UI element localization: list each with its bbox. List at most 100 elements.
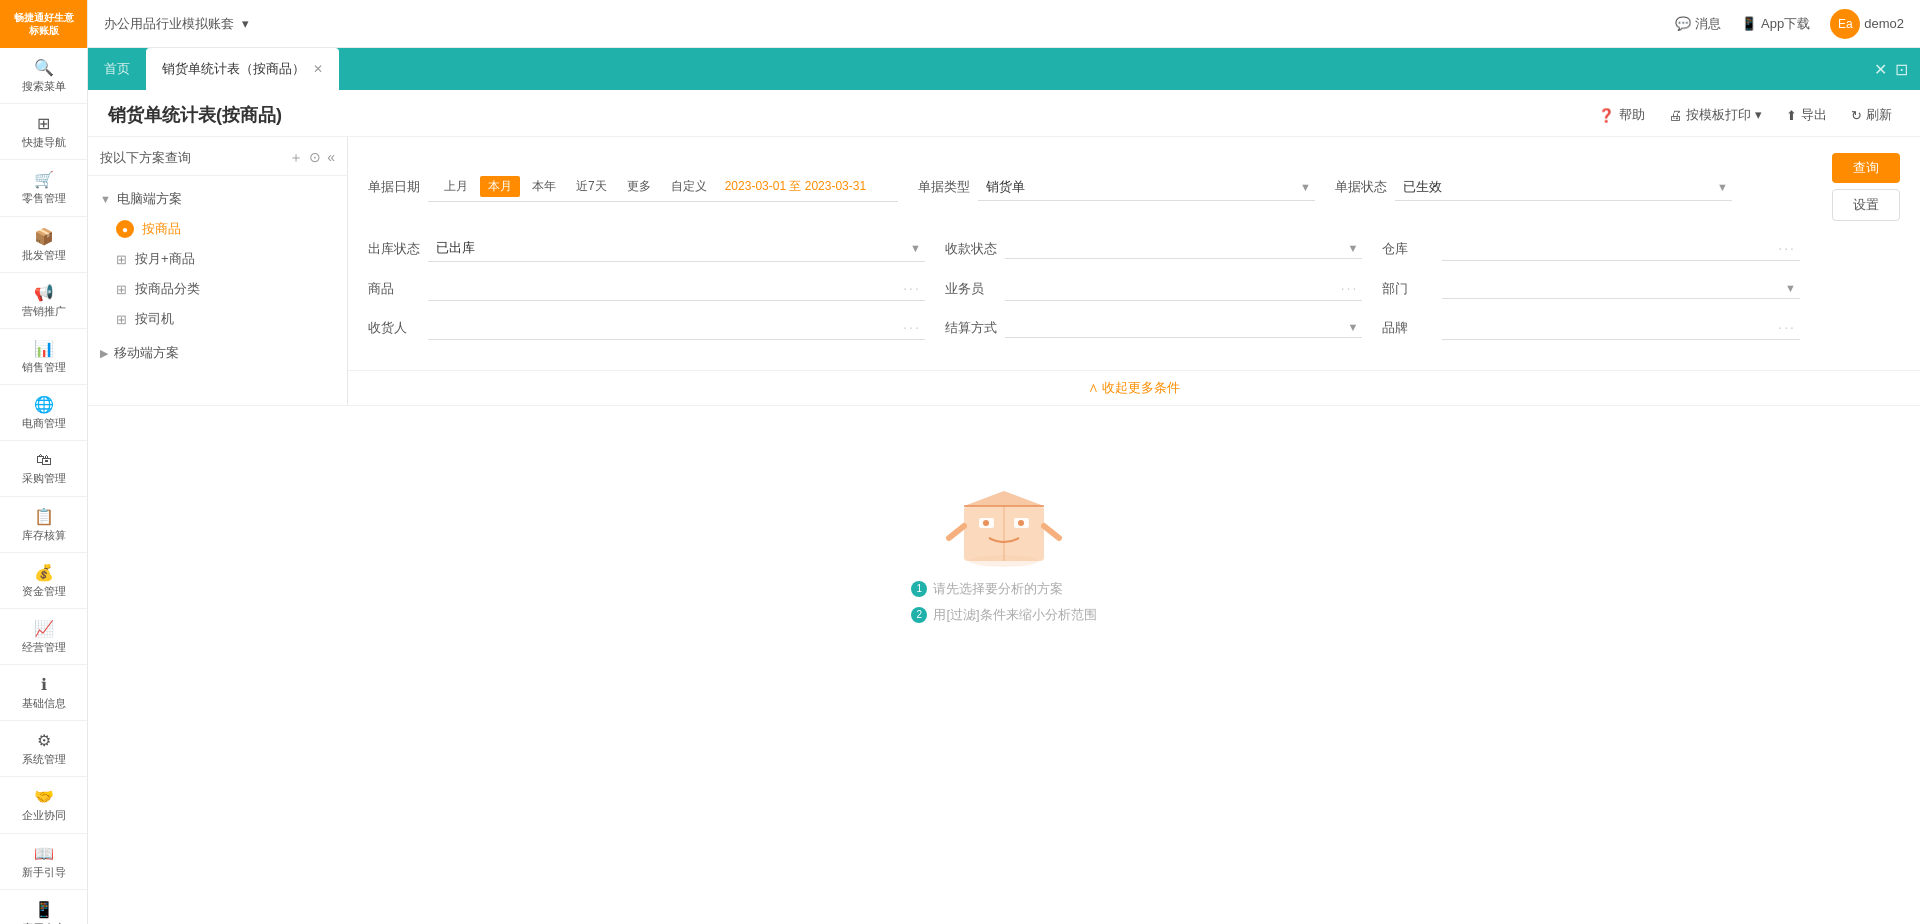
- sidebar-label-system: 系统管理: [22, 753, 66, 766]
- refresh-icon: ↻: [1851, 108, 1862, 123]
- warehouse-control[interactable]: ···: [1442, 236, 1800, 261]
- product-control[interactable]: ···: [428, 276, 925, 301]
- sidebar-icon-marketing: 📢: [34, 283, 54, 302]
- sidebar-item-retail[interactable]: 🛒 零售管理: [0, 160, 87, 216]
- sidebar-item-wholesale[interactable]: 📦 批发管理: [0, 217, 87, 273]
- sidebar-label-finance: 资金管理: [22, 585, 66, 598]
- settlement-control[interactable]: ▼: [1005, 317, 1363, 338]
- sidebar-item-marketing[interactable]: 📢 营销推广: [0, 273, 87, 329]
- tab-minimize-icon[interactable]: ✕: [1874, 60, 1887, 79]
- sidebar-item-operation[interactable]: 📈 经营管理: [0, 609, 87, 665]
- scheme-settings-icon[interactable]: ⊙: [309, 149, 321, 167]
- receiver-control[interactable]: ···: [428, 315, 925, 340]
- salesperson-dots-icon: ···: [1341, 280, 1359, 296]
- avatar: Ea: [1830, 9, 1860, 39]
- sidebar-item-basic[interactable]: ℹ 基础信息: [0, 665, 87, 721]
- doctype-arrow-icon: ▼: [1300, 181, 1311, 193]
- sidebar-label-marketing: 营销推广: [22, 305, 66, 318]
- payment-status-control[interactable]: ▼: [1005, 238, 1363, 259]
- user-avatar-area[interactable]: Ea demo2: [1830, 9, 1904, 39]
- scheme-collapse-icon[interactable]: «: [327, 149, 335, 167]
- sidebar-item-quick-nav[interactable]: ⊞ 快捷导航: [0, 104, 87, 160]
- department-arrow-icon: ▼: [1785, 282, 1796, 294]
- salesperson-control[interactable]: ···: [1005, 276, 1363, 301]
- sidebar-icon-retail: 🛒: [34, 170, 54, 189]
- sidebar-label-guide: 新手引导: [22, 866, 66, 879]
- sidebar-icon-finance: 💰: [34, 563, 54, 582]
- topbar-dropdown-arrow[interactable]: ▾: [242, 16, 249, 31]
- outstock-label: 出库状态: [368, 240, 428, 258]
- tab-expand-icon[interactable]: ⊡: [1895, 60, 1908, 79]
- date-tag-custom[interactable]: 自定义: [663, 176, 715, 197]
- outstock-control[interactable]: 已出库 ▼: [428, 235, 925, 262]
- sidebar-item-enterprise[interactable]: 🤝 企业协同: [0, 777, 87, 833]
- date-tag-lastmonth[interactable]: 上月: [436, 176, 476, 197]
- sidebar-item-inventory[interactable]: 📋 库存核算: [0, 497, 87, 553]
- sidebar-item-purchase[interactable]: 🛍 采购管理: [0, 441, 87, 496]
- scheme-add-icon[interactable]: ＋: [289, 149, 303, 167]
- sidebar-label-purchase: 采购管理: [22, 472, 66, 485]
- tip-num-2: 2: [911, 607, 927, 623]
- topbar-title: 办公用品行业模拟账套: [104, 15, 234, 33]
- sidebar-item-search[interactable]: 🔍 搜索菜单: [0, 48, 87, 104]
- setting-button[interactable]: 设置: [1832, 189, 1900, 221]
- docstatus-control[interactable]: 已生效 ▼: [1395, 174, 1732, 201]
- date-label: 单据日期: [368, 178, 428, 196]
- logo-text: 畅捷通好生意: [14, 11, 74, 24]
- help-label: 帮助: [1619, 106, 1645, 124]
- scheme-group-pc-header[interactable]: ▼ 电脑端方案: [88, 184, 347, 214]
- scheme-item-by-printer[interactable]: ⊞ 按司机: [88, 304, 347, 334]
- scheme-item-month-product[interactable]: ⊞ 按月+商品: [88, 244, 347, 274]
- scheme-group-mobile-name: 移动端方案: [114, 344, 179, 362]
- help-btn[interactable]: ❓ 帮助: [1590, 102, 1653, 128]
- filter-field-receiver: 收货人 ···: [368, 315, 925, 340]
- print-btn[interactable]: 🖨 按模板打印 ▾: [1661, 102, 1770, 128]
- page-header: 销货单统计表(按商品) ❓ 帮助 🖨 按模板打印 ▾ ⬆ 导出 ↻ 刷新: [88, 90, 1920, 137]
- scheme-item-month-product-label: 按月+商品: [135, 250, 195, 268]
- collapse-bar[interactable]: ∧ 收起更多条件: [348, 370, 1920, 405]
- scheme-item-by-product[interactable]: ● 按商品: [88, 214, 347, 244]
- scheme-group-mobile-header[interactable]: ▶ 移动端方案: [88, 338, 347, 368]
- message-btn[interactable]: 💬 消息: [1675, 15, 1721, 33]
- sidebar-label-sales: 销售管理: [22, 361, 66, 374]
- receiver-label: 收货人: [368, 319, 428, 337]
- sidebar-icon-sales: 📊: [34, 339, 54, 358]
- user-name: demo2: [1864, 16, 1904, 31]
- date-tag-more[interactable]: 更多: [619, 176, 659, 197]
- topbar-right: 💬 消息 📱 App下载 Ea demo2: [1675, 9, 1904, 39]
- date-tag-7days[interactable]: 近7天: [568, 176, 615, 197]
- doctype-value: 销货单: [986, 178, 1300, 196]
- brand-control[interactable]: ···: [1442, 315, 1800, 340]
- refresh-btn[interactable]: ↻ 刷新: [1843, 102, 1900, 128]
- filter-row-1: 单据日期 上月 本月 本年 近7天 更多 自定义 2023-03-01 至 20…: [368, 153, 1900, 221]
- app-download-btn[interactable]: 📱 App下载: [1741, 15, 1810, 33]
- query-button[interactable]: 查询: [1832, 153, 1900, 183]
- sidebar-item-system[interactable]: ⚙ 系统管理: [0, 721, 87, 777]
- sidebar-item-sales[interactable]: 📊 销售管理: [0, 329, 87, 385]
- export-btn[interactable]: ⬆ 导出: [1778, 102, 1835, 128]
- sidebar-item-guide[interactable]: 📖 新手引导: [0, 834, 87, 890]
- sidebar-icon-guide: 📖: [34, 844, 54, 863]
- empty-tip-1: 1 请先选择要分析的方案: [911, 576, 1096, 602]
- sidebar-label-quick-nav: 快捷导航: [22, 136, 66, 149]
- tip-num-1: 1: [911, 581, 927, 597]
- scheme-item-product-category[interactable]: ⊞ 按商品分类: [88, 274, 347, 304]
- sidebar-item-ecommerce[interactable]: 🌐 电商管理: [0, 385, 87, 441]
- tab-sales-stat[interactable]: 销货单统计表（按商品） ✕: [146, 48, 339, 90]
- svg-point-6: [983, 520, 989, 526]
- scheme-panel-icons: ＋ ⊙ «: [289, 149, 335, 167]
- sidebar-label-search: 搜索菜单: [22, 80, 66, 93]
- filter-row-3: 商品 ··· 业务员 ···: [368, 276, 1900, 301]
- date-filter-control[interactable]: 上月 本月 本年 近7天 更多 自定义 2023-03-01 至 2023-03…: [428, 172, 898, 202]
- date-tag-thisyear[interactable]: 本年: [524, 176, 564, 197]
- tab-close-btn[interactable]: ✕: [313, 62, 323, 76]
- doctype-control[interactable]: 销货单 ▼: [978, 174, 1315, 201]
- tabbar-actions: ✕ ⊡: [1874, 60, 1920, 79]
- date-tag-thismonth[interactable]: 本月: [480, 176, 520, 197]
- sidebar-item-apps[interactable]: 📱 应用中心: [0, 890, 87, 924]
- department-control[interactable]: ▼: [1442, 278, 1800, 299]
- filter-field-outstock: 出库状态 已出库 ▼: [368, 235, 925, 262]
- tab-home[interactable]: 首页: [88, 48, 146, 90]
- sidebar-item-finance[interactable]: 💰 资金管理: [0, 553, 87, 609]
- outstock-value: 已出库: [436, 239, 910, 257]
